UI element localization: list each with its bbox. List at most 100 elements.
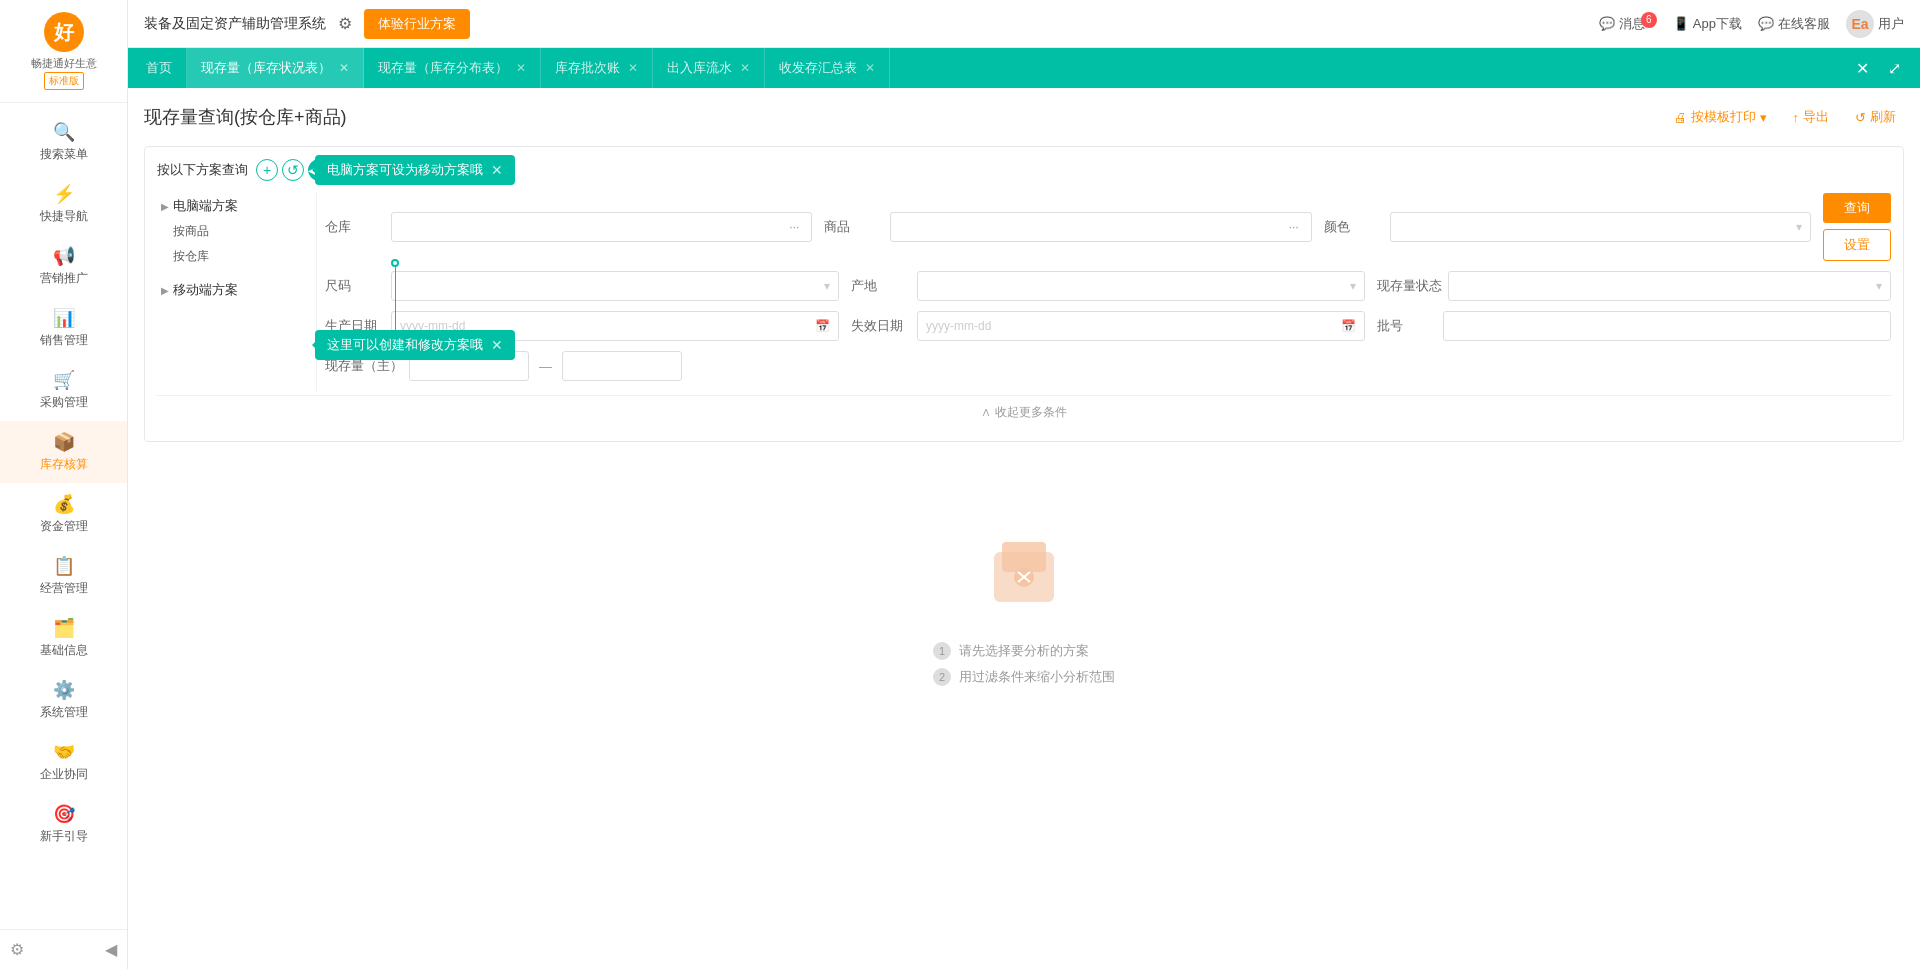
enterprise-icon: 🤝 (53, 741, 75, 763)
expire-date-placeholder: yyyy-mm-dd (926, 319, 991, 333)
tab-inout-flow[interactable]: 出入库流水 ✕ (653, 48, 765, 88)
origin-label: 产地 (851, 277, 911, 295)
refresh-scheme-btn[interactable]: ↺ (282, 159, 304, 181)
topbar: 装备及固定资产辅助管理系统 ⚙ 体验行业方案 💬 消息 6 📱 App下载 💬 … (128, 0, 1920, 48)
export-icon: ↑ (1793, 110, 1800, 125)
batch-field: 批号 (1377, 311, 1891, 341)
message-btn[interactable]: 💬 消息 6 (1599, 15, 1657, 33)
sidebar-item-search[interactable]: 🔍 搜索菜单 (0, 111, 127, 173)
empty-step-1: 1 请先选择要分析的方案 (933, 642, 1115, 660)
tab-inventory-dist[interactable]: 现存量（库存分布表） ✕ (364, 48, 541, 88)
tab-recv-summary[interactable]: 收发存汇总表 ✕ (765, 48, 890, 88)
tab-inventory-status-label: 现存量（库存状况表） (201, 59, 331, 77)
tabbar: 首页 现存量（库存状况表） ✕ 现存量（库存分布表） ✕ 库存批次账 ✕ 出入库… (128, 48, 1920, 88)
sidebar-item-operations[interactable]: 📋 经营管理 (0, 545, 127, 607)
online-service-btn[interactable]: 💬 在线客服 (1758, 15, 1830, 33)
print-arrow-icon: ▾ (1760, 110, 1767, 125)
expand-btn[interactable]: ⤢ (1880, 54, 1908, 82)
logo-icon: 好 (44, 12, 84, 52)
tab-recv-summary-close[interactable]: ✕ (865, 61, 875, 75)
connector-dot-top (391, 259, 399, 267)
sidebar-collapse-icon[interactable]: ◀ (105, 940, 117, 959)
sidebar-item-basic-info[interactable]: 🗂️ 基础信息 (0, 607, 127, 669)
sidebar-item-finance[interactable]: 💰 资金管理 (0, 483, 127, 545)
origin-field: 产地 ▾ (851, 271, 1365, 301)
close-all-tabs-btn[interactable]: ✕ (1848, 54, 1876, 82)
avatar: Ea (1846, 10, 1874, 38)
message-icon: 💬 (1599, 16, 1615, 31)
step-num-2: 2 (933, 668, 951, 686)
page-title: 现存量查询(按仓库+商品) (144, 105, 347, 129)
stock-status-chevron: ▾ (1876, 279, 1882, 293)
search-btn[interactable]: 查询 (1823, 193, 1891, 223)
operations-icon: 📋 (53, 555, 75, 577)
print-template-btn[interactable]: 🖨 按模板打印 ▾ (1666, 104, 1775, 130)
add-scheme-btn[interactable]: + (256, 159, 278, 181)
scheme-tooltip-text: 电脑方案可设为移动方案哦 (327, 161, 483, 179)
sidebar-item-enterprise[interactable]: 🤝 企业协同 (0, 731, 127, 793)
sidebar-item-label: 营销推广 (40, 270, 88, 287)
sidebar-item-quick-nav[interactable]: ⚡ 快捷导航 (0, 173, 127, 235)
sidebar-item-label: 搜索菜单 (40, 146, 88, 163)
stock-status-select[interactable]: ▾ (1448, 271, 1891, 301)
collapse-bar[interactable]: ∧ 收起更多条件 (157, 395, 1891, 429)
stock-main-field: 现存量（主） — (325, 351, 1891, 381)
tab-batch-account[interactable]: 库存批次账 ✕ (541, 48, 653, 88)
scheme-item-by-warehouse[interactable]: 按仓库 (157, 244, 308, 269)
batch-input[interactable] (1443, 311, 1891, 341)
goods-select[interactable]: ··· (890, 212, 1311, 242)
warehouse-select[interactable]: ··· (391, 212, 812, 242)
page-header: 现存量查询(按仓库+商品) 🖨 按模板打印 ▾ ↑ 导出 ↺ 刷新 (144, 104, 1904, 130)
filter-form: 仓库 ··· 商品 ··· (325, 193, 1891, 391)
sidebar-item-sales[interactable]: 📊 销售管理 (0, 297, 127, 359)
stock-status-label: 现存量状态 (1377, 277, 1442, 295)
sidebar-settings-icon[interactable]: ⚙ (10, 940, 24, 959)
size-chevron: ▾ (824, 279, 830, 293)
tab-batch-account-close[interactable]: ✕ (628, 61, 638, 75)
user-info[interactable]: Ea 用户 (1846, 10, 1904, 38)
desktop-group-title[interactable]: ▶ 电脑端方案 (157, 193, 308, 219)
tab-inout-flow-close[interactable]: ✕ (740, 61, 750, 75)
expire-date-input[interactable]: yyyy-mm-dd 📅 (917, 311, 1365, 341)
warehouse-field: 仓库 ··· (325, 212, 812, 242)
size-label: 尺码 (325, 277, 385, 295)
logo-text: 畅捷通好生意 (31, 56, 97, 70)
tab-home[interactable]: 首页 (132, 48, 187, 88)
empty-step-2: 2 用过滤条件来缩小分析范围 (933, 668, 1115, 686)
sidebar-item-inventory[interactable]: 📦 库存核算 (0, 421, 127, 483)
desktop-group-label: 电脑端方案 (173, 197, 238, 215)
edit-tooltip-close-btn[interactable]: ✕ (491, 337, 503, 353)
mobile-group-label: 移动端方案 (173, 281, 238, 299)
goods-field: 商品 ··· (824, 212, 1311, 242)
scheme-tooltip-close-btn[interactable]: ✕ (491, 162, 503, 178)
color-select[interactable]: ▾ (1390, 212, 1811, 242)
tab-inventory-status-close[interactable]: ✕ (339, 61, 349, 75)
export-btn[interactable]: ↑ 导出 (1785, 104, 1838, 130)
size-select[interactable]: ▾ (391, 271, 839, 301)
reset-btn[interactable]: 设置 (1823, 229, 1891, 261)
batch-label: 批号 (1377, 317, 1437, 335)
tab-inventory-dist-close[interactable]: ✕ (516, 61, 526, 75)
sidebar-item-system[interactable]: ⚙️ 系统管理 (0, 669, 127, 731)
goods-label: 商品 (824, 218, 884, 236)
app-download-btn[interactable]: 📱 App下载 (1673, 15, 1742, 33)
tab-inventory-status[interactable]: 现存量（库存状况表） ✕ (187, 48, 364, 88)
stock-main-to-input[interactable] (562, 351, 682, 381)
scheme-item-by-goods[interactable]: 按商品 (157, 219, 308, 244)
topbar-settings-icon[interactable]: ⚙ (338, 14, 352, 33)
desktop-group-arrow: ▶ (161, 201, 169, 212)
app-label: App下载 (1693, 15, 1742, 33)
origin-select[interactable]: ▾ (917, 271, 1365, 301)
sidebar-item-guide[interactable]: 🎯 新手引导 (0, 793, 127, 855)
sidebar-item-label: 快捷导航 (40, 208, 88, 225)
sidebar-item-purchase[interactable]: 🛒 采购管理 (0, 359, 127, 421)
empty-icon (974, 522, 1074, 622)
sidebar-item-marketing[interactable]: 📢 营销推广 (0, 235, 127, 297)
printer-icon: 🖨 (1674, 110, 1687, 125)
trial-btn[interactable]: 体验行业方案 (364, 9, 470, 39)
filter-row-3: 生产日期 yyyy-mm-dd 📅 失效日期 yyyy-mm-dd (325, 311, 1891, 341)
color-label: 颜色 (1324, 218, 1384, 236)
sidebar-item-label: 基础信息 (40, 642, 88, 659)
mobile-group-title[interactable]: ▶ 移动端方案 (157, 277, 308, 303)
refresh-btn[interactable]: ↺ 刷新 (1847, 104, 1904, 130)
